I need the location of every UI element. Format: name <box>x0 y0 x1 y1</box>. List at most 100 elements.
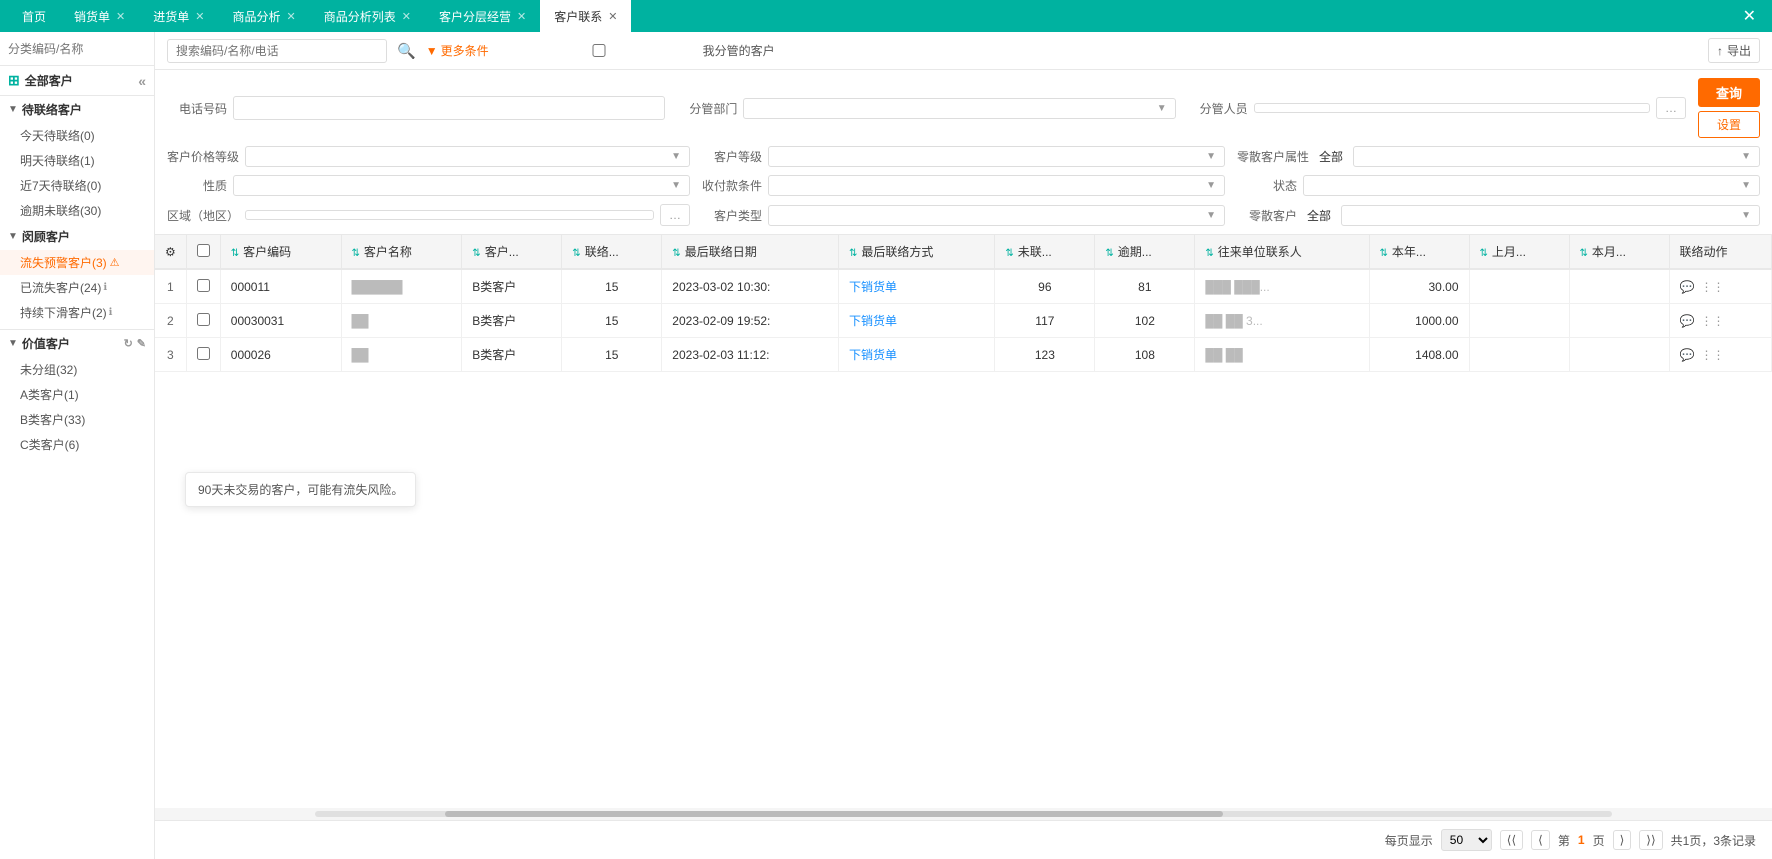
row-select-2[interactable] <box>197 347 210 360</box>
row-actions-2: 💬 ⋮⋮ <box>1669 338 1771 372</box>
horizontal-scrollbar[interactable] <box>155 808 1772 820</box>
my-customers-filter[interactable]: 我分管的客户 <box>499 42 775 59</box>
col-last-contact-date[interactable]: 最后联络日期 <box>662 235 839 269</box>
search-input[interactable] <box>167 39 387 63</box>
col-type[interactable]: 客户... <box>462 235 562 269</box>
window-close-button[interactable]: ✕ <box>1735 6 1764 26</box>
col-contact[interactable]: 联络... <box>562 235 662 269</box>
col-settings[interactable]: ⚙ <box>155 235 186 269</box>
filter-customer-level-select[interactable]: ▼ <box>768 146 1225 167</box>
tab-home[interactable]: 首页 <box>8 0 60 32</box>
row-action-chat-0[interactable]: 💬 <box>1680 280 1695 294</box>
sidebar-item-today[interactable]: 今天待联络(0) <box>0 123 154 148</box>
col-this-month[interactable]: 本月... <box>1569 235 1669 269</box>
tab-sales-order[interactable]: 销货单 ✕ <box>60 0 139 32</box>
sidebar-item-overdue[interactable]: 逾期未联络(30) <box>0 198 154 223</box>
sidebar-item-ungrouped[interactable]: 未分组(32) <box>0 357 154 382</box>
filter-customer-type-label: 客户类型 <box>702 207 762 224</box>
filter-zero-customer-select[interactable]: ▼ <box>1341 205 1760 226</box>
sidebar-group-pending[interactable]: ▼ 待联络客户 <box>0 96 154 123</box>
settings-button[interactable]: 设置 <box>1698 111 1760 138</box>
sidebar-item-class-b[interactable]: B类客户(33) <box>0 407 154 432</box>
tab-purchase-order[interactable]: 进货单 ✕ <box>139 0 218 32</box>
tab-product-analysis-list-close[interactable]: ✕ <box>402 10 411 23</box>
table-area: 90天未交易的客户，可能有流失风险。 ⚙ 客户编码 客户名称 客户... 联络.… <box>155 235 1772 808</box>
scrollbar-thumb[interactable] <box>445 811 1223 817</box>
col-uncontacted[interactable]: 未联... <box>995 235 1095 269</box>
sidebar-item-class-a[interactable]: A类客户(1) <box>0 382 154 407</box>
filter-status-select[interactable]: ▼ <box>1303 175 1760 196</box>
sidebar-item-tomorrow[interactable]: 明天待联络(1) <box>0 148 154 173</box>
select-all-checkbox[interactable] <box>197 244 210 257</box>
search-button[interactable]: 查询 <box>1698 78 1760 107</box>
next-page-button[interactable]: ⟩ <box>1613 830 1632 850</box>
row-checkbox-1[interactable] <box>186 304 220 338</box>
row-action-chat-1[interactable]: 💬 <box>1680 314 1695 328</box>
edit-icon[interactable]: ✎ <box>137 337 146 350</box>
row-last-contact-method-0[interactable]: 下销货单 <box>838 269 994 304</box>
col-overdue[interactable]: 逾期... <box>1095 235 1195 269</box>
filter-customer-price-select[interactable]: ▼ <box>245 146 690 167</box>
tab-product-analysis[interactable]: 商品分析 ✕ <box>218 0 309 32</box>
filter-zero-purchase-select[interactable]: ▼ <box>1353 146 1760 167</box>
sidebar-item-7days[interactable]: 近7天待联络(0) <box>0 173 154 198</box>
sidebar-item-churn-warning[interactable]: 流失预警客户(3) ⚠ <box>0 250 154 275</box>
sidebar-group-value[interactable]: ▼ 价值客户 ↻ ✎ <box>0 329 154 357</box>
filter-payment-select[interactable]: ▼ <box>768 175 1225 196</box>
col-last-month[interactable]: 上月... <box>1469 235 1569 269</box>
manager-dots-button[interactable]: … <box>1656 97 1686 119</box>
filter-dept-select[interactable]: ▼ <box>743 98 1175 119</box>
col-code[interactable]: 客户编码 <box>220 235 341 269</box>
per-page-select[interactable]: 50 100 200 <box>1441 829 1492 851</box>
sidebar-search-input[interactable] <box>8 42 155 56</box>
my-customers-checkbox[interactable] <box>499 44 699 57</box>
sidebar-item-declining[interactable]: 持续下滑客户(2) ℹ <box>0 300 154 325</box>
per-page-label: 每页显示 <box>1385 832 1433 849</box>
tab-customer-segmentation-close[interactable]: ✕ <box>517 10 526 23</box>
tab-customer-segmentation[interactable]: 客户分层经营 ✕ <box>425 0 540 32</box>
row-checkbox-0[interactable] <box>186 269 220 304</box>
row-action-more-0[interactable]: ⋮⋮ <box>1700 280 1724 294</box>
search-submit-icon[interactable]: 🔍 <box>397 42 416 60</box>
col-contacts-person[interactable]: 往来单位联系人 <box>1195 235 1369 269</box>
first-page-button[interactable]: ⟨⟨ <box>1500 830 1523 850</box>
filter-gender-select[interactable]: ▼ <box>233 175 690 196</box>
row-action-chat-2[interactable]: 💬 <box>1680 348 1695 362</box>
filter-phone-input[interactable] <box>233 96 665 120</box>
refresh-icon[interactable]: ↻ <box>124 337 133 350</box>
row-last-contact-method-1[interactable]: 下销货单 <box>838 304 994 338</box>
sidebar-group-at-risk[interactable]: ▼ 闵顾客户 <box>0 223 154 250</box>
tab-product-analysis-close[interactable]: ✕ <box>287 10 296 23</box>
row-code-1: 00030031 <box>220 304 341 338</box>
sidebar-all-customers[interactable]: ⊞ 全部客户 « <box>0 66 154 96</box>
tab-product-analysis-list[interactable]: 商品分析列表 ✕ <box>310 0 425 32</box>
more-conditions-button[interactable]: ▼ 更多条件 <box>426 42 489 59</box>
last-page-button[interactable]: ⟩⟩ <box>1639 830 1662 850</box>
row-select-0[interactable] <box>197 279 210 292</box>
row-select-1[interactable] <box>197 313 210 326</box>
filter-manager-select[interactable] <box>1254 103 1650 113</box>
export-button[interactable]: ↑ 导出 <box>1708 38 1760 63</box>
col-name[interactable]: 客户名称 <box>341 235 462 269</box>
collapse-icon[interactable]: « <box>138 73 146 89</box>
tab-sales-order-close[interactable]: ✕ <box>116 10 125 23</box>
filter-region-select[interactable] <box>245 210 654 220</box>
sidebar-search-area: 🔍 <box>0 32 154 66</box>
region-dots-button[interactable]: … <box>660 204 690 226</box>
filter-customer-type-select[interactable]: ▼ <box>768 205 1225 226</box>
row-action-more-1[interactable]: ⋮⋮ <box>1700 314 1724 328</box>
row-last-month-2 <box>1469 338 1569 372</box>
sidebar-item-class-c[interactable]: C类客户(6) <box>0 432 154 457</box>
prev-page-button[interactable]: ⟨ <box>1531 830 1550 850</box>
tab-customer-contact[interactable]: 客户联系 ✕ <box>540 0 631 32</box>
table-settings-icon[interactable]: ⚙ <box>165 245 176 259</box>
row-checkbox-2[interactable] <box>186 338 220 372</box>
col-this-year[interactable]: 本年... <box>1369 235 1469 269</box>
filter-zero-customer: 零散客户 全部 ▼ <box>1237 205 1760 226</box>
tab-purchase-order-close[interactable]: ✕ <box>195 10 204 23</box>
tab-customer-contact-close[interactable]: ✕ <box>608 10 617 23</box>
row-last-contact-method-2[interactable]: 下销货单 <box>838 338 994 372</box>
row-action-more-2[interactable]: ⋮⋮ <box>1700 348 1724 362</box>
col-last-contact-method[interactable]: 最后联络方式 <box>838 235 994 269</box>
sidebar-item-churned[interactable]: 已流失客户(24) ℹ <box>0 275 154 300</box>
